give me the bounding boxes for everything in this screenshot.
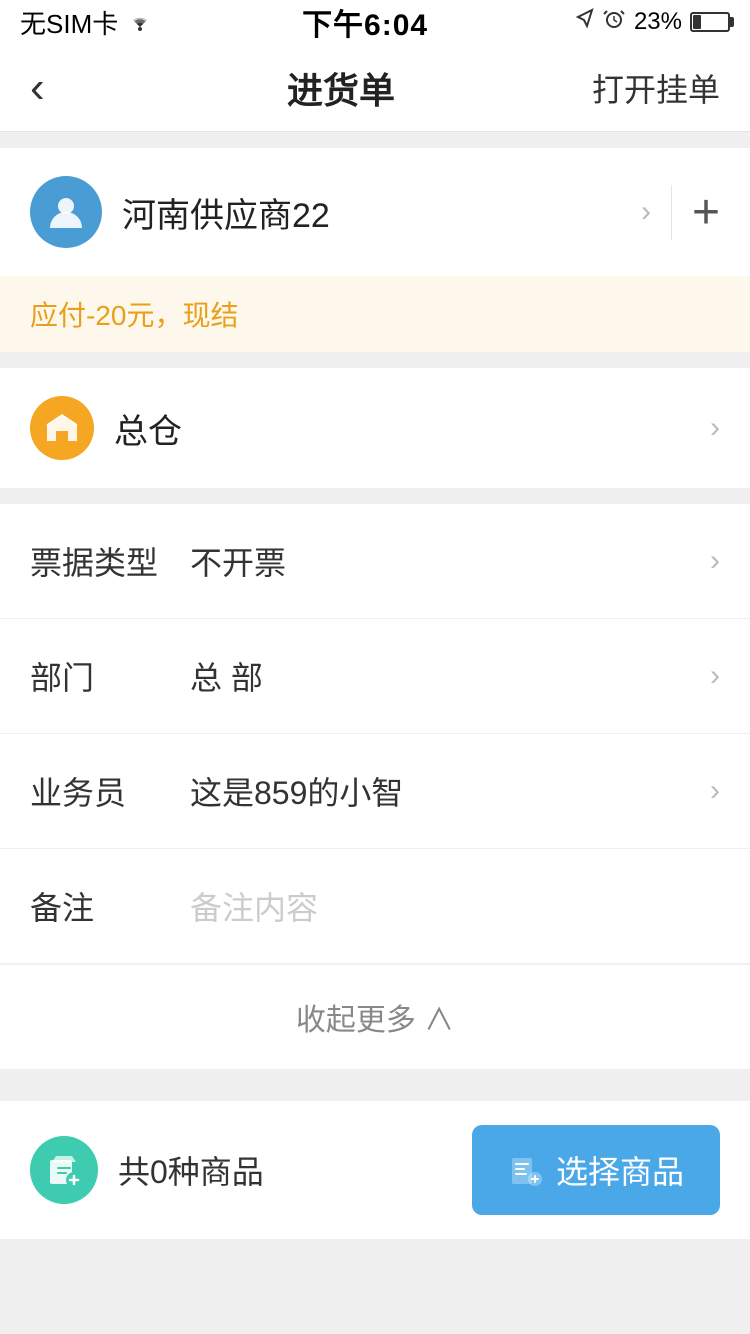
section-divider-1 bbox=[0, 132, 750, 148]
section-divider-3 bbox=[0, 488, 750, 504]
select-product-button[interactable]: 选择商品 bbox=[472, 1125, 720, 1215]
salesperson-chevron-icon: › bbox=[710, 774, 720, 808]
page-title: 进货单 bbox=[287, 62, 395, 114]
warehouse-icon bbox=[30, 396, 94, 460]
section-divider-2 bbox=[0, 352, 750, 368]
remark-row[interactable]: 备注 备注内容 bbox=[0, 849, 750, 964]
collapse-button[interactable]: 收起更多 ∧ bbox=[0, 964, 750, 1069]
salesperson-value: 这是859的小智 bbox=[190, 768, 710, 814]
status-bar: 无SIM卡 下午6:04 23% bbox=[0, 0, 750, 44]
supplier-section: 河南供应商22 › + 应付-20元，现结 bbox=[0, 148, 750, 352]
department-row[interactable]: 部门 总 部 › bbox=[0, 619, 750, 734]
supplier-avatar bbox=[30, 176, 102, 248]
section-divider-4 bbox=[0, 1069, 750, 1085]
invoice-row[interactable]: 票据类型 不开票 › bbox=[0, 504, 750, 619]
warehouse-chevron-icon: › bbox=[710, 411, 720, 445]
product-icon bbox=[30, 1136, 98, 1204]
nav-bar: ‹ 进货单 打开挂单 bbox=[0, 44, 750, 132]
select-product-label: 选择商品 bbox=[556, 1147, 684, 1193]
product-count: 共0种商品 bbox=[118, 1147, 472, 1193]
form-section: 票据类型 不开票 › 部门 总 部 › 业务员 这是859的小智 › 备注 备注… bbox=[0, 504, 750, 1069]
warehouse-name: 总仓 bbox=[114, 404, 710, 453]
add-supplier-button[interactable]: + bbox=[671, 185, 720, 240]
status-time: 下午6:04 bbox=[302, 0, 428, 44]
warehouse-row[interactable]: 总仓 › bbox=[0, 368, 750, 488]
department-label: 部门 bbox=[30, 653, 190, 699]
salesperson-label: 业务员 bbox=[30, 768, 190, 814]
wifi-icon bbox=[126, 7, 154, 38]
status-right: 23% bbox=[576, 7, 730, 38]
department-chevron-icon: › bbox=[710, 659, 720, 693]
remark-input[interactable]: 备注内容 bbox=[190, 883, 720, 929]
carrier-text: 无SIM卡 bbox=[20, 4, 118, 41]
supplier-name: 河南供应商22 bbox=[122, 188, 641, 237]
salesperson-row[interactable]: 业务员 这是859的小智 › bbox=[0, 734, 750, 849]
battery-icon bbox=[690, 12, 730, 32]
back-button[interactable]: ‹ bbox=[30, 63, 90, 113]
supplier-chevron-icon: › bbox=[641, 195, 651, 229]
remark-label: 备注 bbox=[30, 883, 190, 929]
status-left: 无SIM卡 bbox=[20, 4, 154, 41]
location-icon bbox=[576, 8, 594, 37]
invoice-label: 票据类型 bbox=[30, 538, 190, 584]
supplier-row[interactable]: 河南供应商22 › + bbox=[0, 148, 750, 276]
bottom-section: 共0种商品 选择商品 bbox=[0, 1101, 750, 1239]
open-pending-button[interactable]: 打开挂单 bbox=[592, 65, 720, 111]
info-banner: 应付-20元，现结 bbox=[0, 276, 750, 352]
alarm-icon bbox=[602, 7, 626, 38]
invoice-value: 不开票 bbox=[190, 538, 710, 584]
invoice-chevron-icon: › bbox=[710, 544, 720, 578]
department-value: 总 部 bbox=[190, 653, 710, 699]
battery-percent: 23% bbox=[634, 8, 682, 36]
